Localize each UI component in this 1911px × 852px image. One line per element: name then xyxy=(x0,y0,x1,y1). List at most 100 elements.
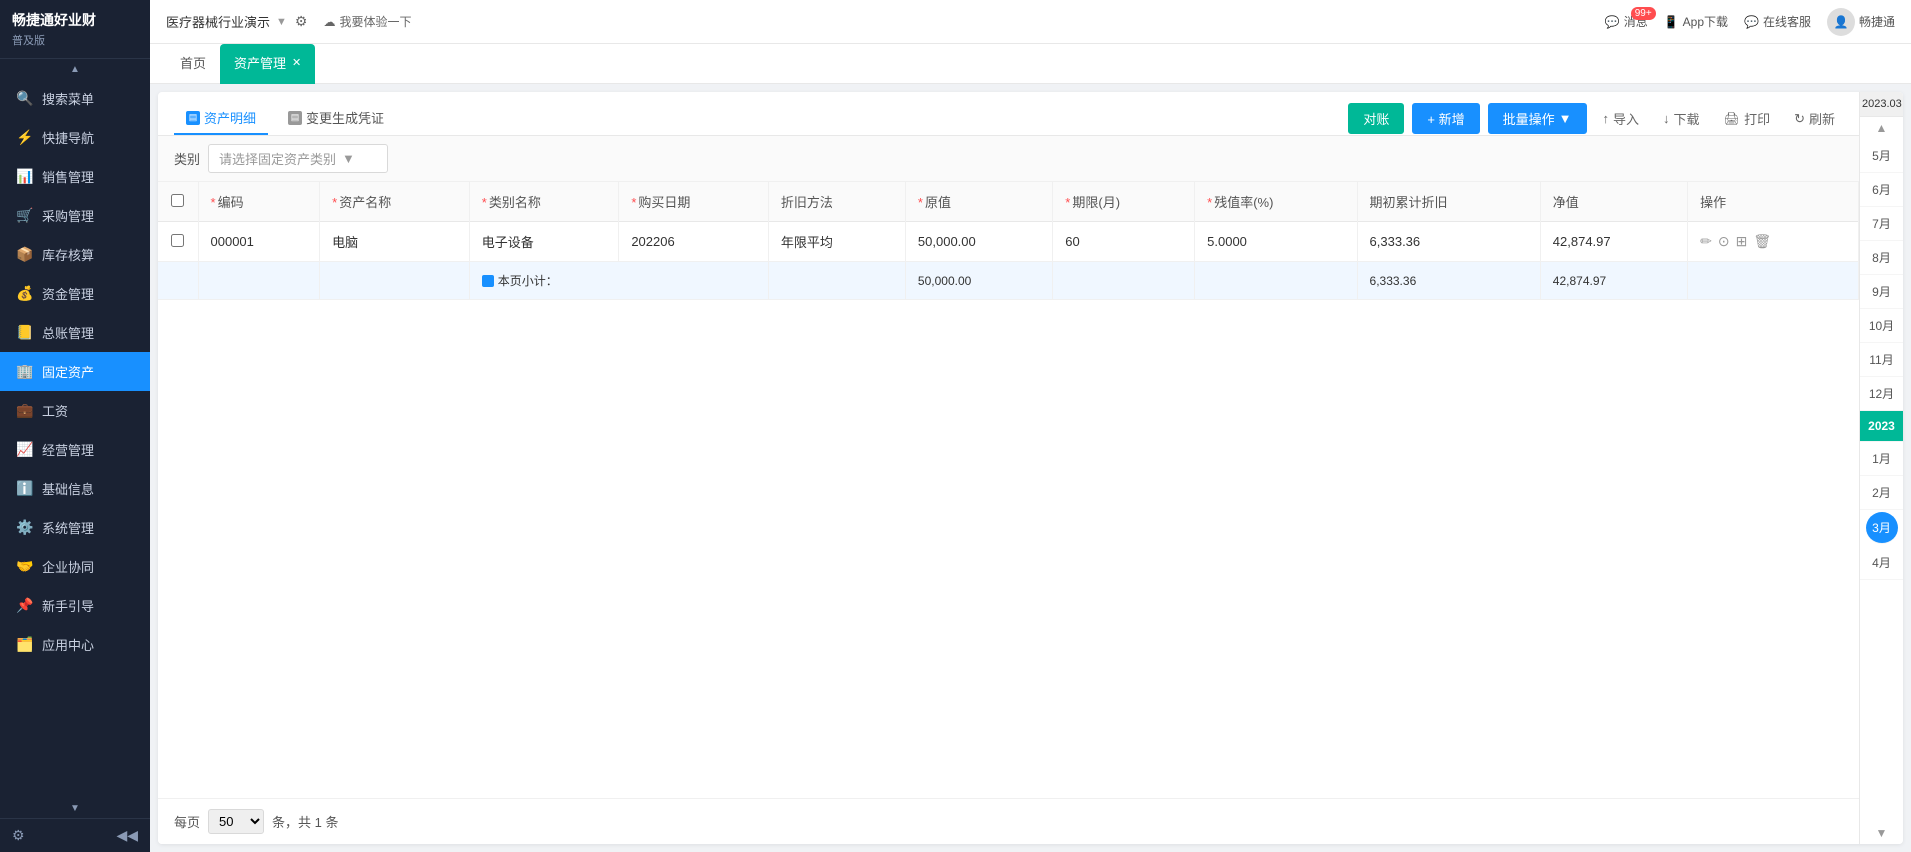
category-select[interactable]: 请选择固定资产类别 ▼ xyxy=(208,144,388,173)
content-main: ▤ 资产明细 ▤ 变更生成凭证 对账 + 新增 批量操作 ▼ ↑ xyxy=(158,92,1859,844)
month-item-prev[interactable]: 11月 xyxy=(1860,343,1903,377)
month-item-prev[interactable]: 8月 xyxy=(1860,241,1903,275)
month-item-curr[interactable]: 1月 xyxy=(1860,442,1903,476)
online-service-button[interactable]: 💬 在线客服 xyxy=(1744,13,1811,30)
subtab-voucher[interactable]: ▤ 变更生成凭证 xyxy=(276,102,396,135)
asset-table-container: *编码 *资产名称 *类别名称 *购买日期 折旧方法 *原值 *期限(月) *残… xyxy=(158,182,1859,798)
sidebar-label-14: 应用中心 xyxy=(42,635,94,654)
sidebar-item-系统管理[interactable]: ⚙️系统管理 xyxy=(0,508,150,547)
service-icon: 💬 xyxy=(1744,15,1759,29)
collapse-icon[interactable]: ◀◀ xyxy=(116,827,138,844)
sidebar-item-库存核算[interactable]: 📦库存核算 xyxy=(0,235,150,274)
print-button[interactable]: 🖨 打印 xyxy=(1716,104,1779,133)
sidebar-item-基础信息[interactable]: ℹ️基础信息 xyxy=(0,469,150,508)
col-actions: 操作 xyxy=(1688,182,1859,222)
tab-home[interactable]: 首页 xyxy=(166,44,220,84)
experience-button[interactable]: ☁ 我要体验一下 xyxy=(323,13,411,30)
settings-gear-icon[interactable]: ⚙ xyxy=(295,13,308,30)
sidebar-item-企业协同[interactable]: 🤝企业协同 xyxy=(0,547,150,586)
month-item-curr[interactable]: 4月 xyxy=(1860,546,1903,580)
user-avatar: 👤 xyxy=(1827,8,1855,36)
app-name: 畅捷通好业财 xyxy=(12,10,138,30)
row-checkbox-0[interactable] xyxy=(171,234,184,247)
tab-asset-label: 资产管理 xyxy=(234,53,286,72)
batch-arrow-icon: ▼ xyxy=(1559,111,1572,126)
col-date: *购买日期 xyxy=(619,182,769,222)
sidebar-item-应用中心[interactable]: 🗂️ 应用中心 xyxy=(0,625,150,664)
sidebar-item-搜索菜单[interactable]: 🔍搜索菜单 xyxy=(0,79,150,118)
sidebar-icon-13: 📌 xyxy=(16,597,34,615)
messages-button[interactable]: 💬 消息 99+ xyxy=(1605,13,1648,30)
sidebar-item-经营管理[interactable]: 📈经营管理 xyxy=(0,430,150,469)
sidebar-scroll-down[interactable]: ▼ xyxy=(0,798,150,818)
sidebar-label-7: 固定资产 xyxy=(42,362,94,381)
sidebar-item-工资[interactable]: 💼工资 xyxy=(0,391,150,430)
month-item-prev[interactable]: 10月 xyxy=(1860,309,1903,343)
scroll-down-arrow[interactable]: ▼ xyxy=(1860,822,1903,844)
sidebar-icon-6: 📒 xyxy=(16,324,34,342)
subtab-voucher-label: 变更生成凭证 xyxy=(306,108,384,127)
right-panel-header[interactable]: 2023.03 xyxy=(1860,92,1903,117)
sidebar-icon-0: 🔍 xyxy=(16,90,34,108)
month-item-prev[interactable]: 6月 xyxy=(1860,173,1903,207)
sidebar-item-新手引导[interactable]: 📌 新手引导 xyxy=(0,586,150,625)
reconcile-button[interactable]: 对账 xyxy=(1348,103,1404,134)
subtab-asset-detail[interactable]: ▤ 资产明细 xyxy=(174,102,268,135)
per-page-label: 每页 xyxy=(174,812,200,831)
subtotal-original-value: 50,000.00 xyxy=(905,262,1052,300)
copy-icon[interactable]: ⊙ xyxy=(1718,233,1730,250)
scroll-up-arrow[interactable]: ▲ xyxy=(1860,117,1903,139)
sidebar-icon-7: 🏢 xyxy=(16,363,34,381)
sidebar-item-采购管理[interactable]: 🛒采购管理 xyxy=(0,196,150,235)
new-button[interactable]: + 新增 xyxy=(1412,103,1479,134)
sidebar-icon-14: 🗂️ xyxy=(16,636,34,654)
company-selector[interactable]: 医疗器械行业演示 ▼ xyxy=(166,12,287,31)
sidebar-item-销售管理[interactable]: 📊销售管理 xyxy=(0,157,150,196)
sidebar-icon-10: ℹ️ xyxy=(16,480,34,498)
more-icon[interactable]: ⊞ xyxy=(1736,233,1748,250)
refresh-label: 刷新 xyxy=(1809,109,1835,128)
batch-label: 批量操作 xyxy=(1503,109,1555,128)
sidebar-item-资金管理[interactable]: 💰资金管理 xyxy=(0,274,150,313)
tab-asset-management[interactable]: 资产管理 ✕ xyxy=(220,44,315,84)
sidebar-icon-2: 📊 xyxy=(16,168,34,186)
col-code: *编码 xyxy=(198,182,320,222)
col-method: 折旧方法 xyxy=(768,182,905,222)
subtotal-icon xyxy=(482,275,494,287)
edit-icon[interactable]: ✏ xyxy=(1700,233,1712,250)
select-all-cell[interactable] xyxy=(158,182,198,222)
year-marker: 2023 xyxy=(1860,411,1903,442)
sidebar-scroll-up[interactable]: ▲ xyxy=(0,59,150,79)
import-button[interactable]: ↑ 导入 xyxy=(1595,104,1648,133)
content-area: ▤ 资产明细 ▤ 变更生成凭证 对账 + 新增 批量操作 ▼ ↑ xyxy=(158,92,1903,844)
sidebar-label-1: 快捷导航 xyxy=(42,128,94,147)
sidebar-icon-11: ⚙️ xyxy=(16,519,34,537)
sidebar-item-快捷导航[interactable]: ⚡快捷导航 xyxy=(0,118,150,157)
month-item-prev[interactable]: 9月 xyxy=(1860,275,1903,309)
delete-icon[interactable]: 🗑 xyxy=(1753,233,1771,250)
download-button[interactable]: ↓ 下载 xyxy=(1655,104,1708,133)
sidebar-item-固定资产[interactable]: 🏢 固定资产 xyxy=(0,352,150,391)
user-area[interactable]: 👤 畅捷通 xyxy=(1827,8,1895,36)
company-arrow-icon: ▼ xyxy=(276,16,287,28)
per-page-select[interactable]: 50 10 20 100 xyxy=(208,809,264,834)
month-item-prev[interactable]: 5月 xyxy=(1860,139,1903,173)
month-item-prev[interactable]: 12月 xyxy=(1860,377,1903,411)
month-item-curr[interactable]: 2月 xyxy=(1860,476,1903,510)
cell-method: 年限平均 xyxy=(768,222,905,262)
settings-icon[interactable]: ⚙ xyxy=(12,827,25,844)
month-item-prev[interactable]: 7月 xyxy=(1860,207,1903,241)
month-item-active[interactable]: 3月 xyxy=(1866,512,1898,544)
sidebar-footer: ⚙ ◀◀ xyxy=(0,818,150,852)
sidebar-label-13: 新手引导 xyxy=(42,596,94,615)
sidebar-label-4: 库存核算 xyxy=(42,245,94,264)
sidebar-item-总账管理[interactable]: 📒总账管理 xyxy=(0,313,150,352)
batch-button[interactable]: 批量操作 ▼ xyxy=(1488,103,1587,134)
select-all-checkbox[interactable] xyxy=(171,194,184,207)
tab-close-icon[interactable]: ✕ xyxy=(292,56,301,69)
sidebar-logo: 畅捷通好业财 普及版 xyxy=(0,0,150,59)
app-download-button[interactable]: 📱 App下载 xyxy=(1664,13,1728,30)
row-checkbox-cell[interactable] xyxy=(158,222,198,262)
cell-category: 电子设备 xyxy=(469,222,619,262)
refresh-button[interactable]: ↻ 刷新 xyxy=(1786,104,1843,133)
